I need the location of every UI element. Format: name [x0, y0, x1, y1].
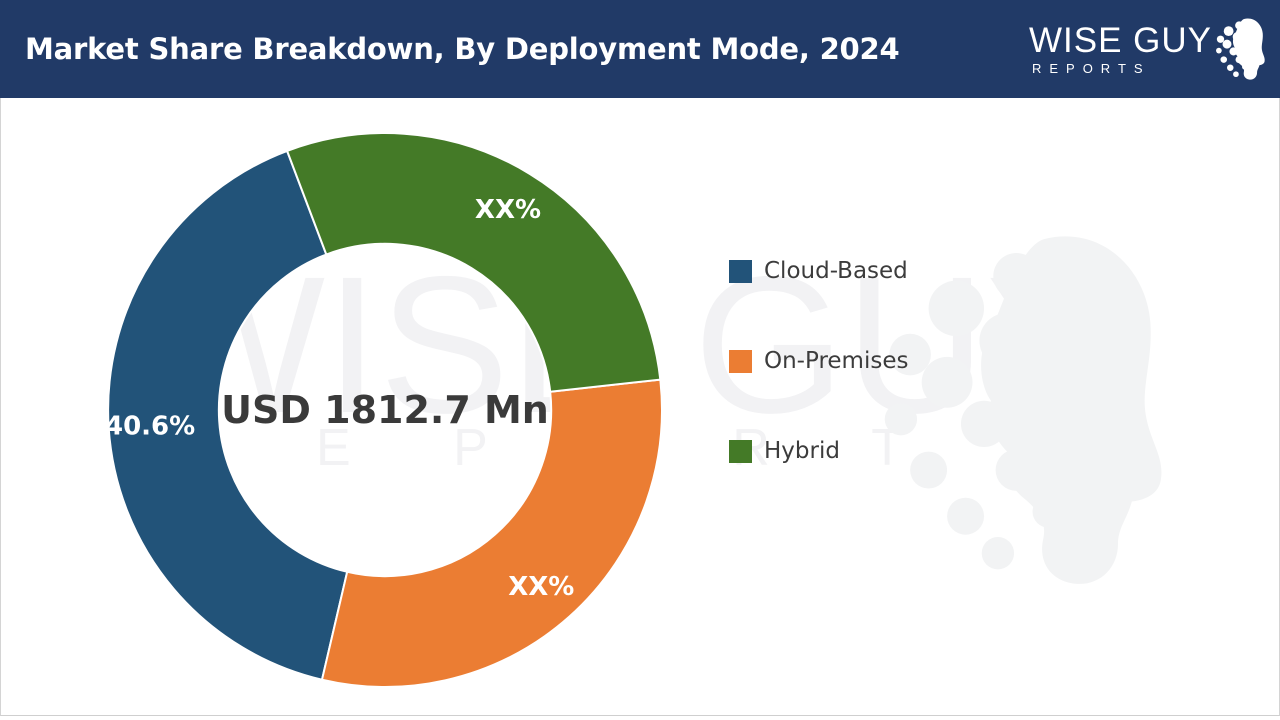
donut-segment-hybrid: [285, 132, 662, 393]
legend-swatch-hybrid: [729, 439, 752, 463]
legend-swatch-on-premises: [729, 349, 752, 373]
chart-legend: Cloud-Based On-Premises Hybrid: [729, 258, 908, 528]
legend-item-cloud-based: Cloud-Based: [729, 258, 908, 284]
wiseguy-logo: WISE GUY REPORTS: [1029, 10, 1266, 88]
segment-label-hybrid: XX%: [475, 195, 541, 225]
legend-item-hybrid: Hybrid: [729, 438, 908, 464]
chart-canvas: WISE GUY R E P O R T S 40.6%XX%XX% USD 1…: [0, 98, 1280, 716]
legend-item-on-premises: On-Premises: [729, 348, 908, 374]
legend-swatch-cloud-based: [729, 259, 752, 283]
header-bar: Market Share Breakdown, By Deployment Mo…: [0, 0, 1280, 98]
watermark-head-icon: [873, 216, 1169, 604]
wiseguy-head-icon: [1214, 10, 1266, 88]
segment-label-on-premises: XX%: [508, 572, 574, 602]
legend-label-hybrid: Hybrid: [764, 438, 840, 464]
page-title: Market Share Breakdown, By Deployment Mo…: [25, 32, 900, 66]
logo-wordmark: WISE GUY: [1028, 20, 1212, 60]
legend-label-cloud-based: Cloud-Based: [764, 258, 908, 284]
chart-center-value: USD 1812.7 Mn: [221, 388, 549, 432]
logo-subtitle: REPORTS: [1031, 60, 1151, 76]
legend-label-on-premises: On-Premises: [764, 348, 909, 374]
